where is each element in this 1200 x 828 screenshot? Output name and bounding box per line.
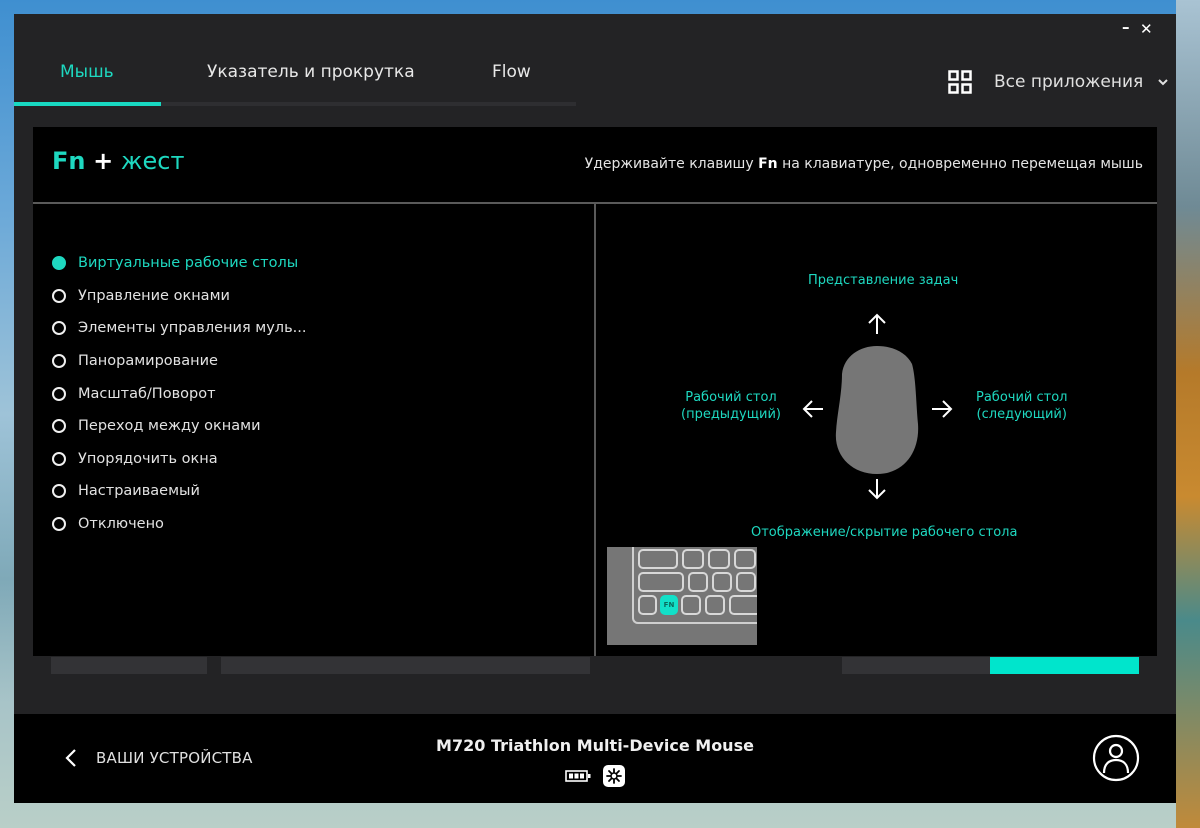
gesture-illustration: Представление задач Рабочий стол (предыд… bbox=[596, 204, 1157, 656]
background-control-bar bbox=[842, 657, 992, 674]
radio-unselected[interactable] bbox=[52, 386, 66, 401]
key bbox=[638, 549, 678, 569]
option-zoom-rotate[interactable]: Масштаб/Поворот bbox=[52, 377, 306, 410]
right-label-line1: Рабочий стол bbox=[976, 390, 1068, 405]
arrow-right-icon bbox=[932, 400, 953, 418]
left-label-line2: (предыдущий) bbox=[681, 407, 781, 422]
key bbox=[712, 572, 732, 592]
gesture-options-list: Виртуальные рабочие столы Управление окн… bbox=[52, 247, 306, 540]
option-window-management[interactable]: Управление окнами bbox=[52, 280, 306, 313]
key bbox=[736, 572, 756, 592]
radio-unselected[interactable] bbox=[52, 517, 66, 532]
gesture-left-label: Рабочий стол (предыдущий) bbox=[681, 389, 781, 423]
mouse-shape-icon bbox=[835, 346, 919, 474]
all-apps-label: Все приложения bbox=[994, 72, 1144, 92]
grid-icon bbox=[948, 70, 972, 94]
footer-bar: ВАШИ УСТРОЙСТВА M720 Triathlon Multi-Dev… bbox=[14, 714, 1176, 803]
arrow-down-icon bbox=[868, 479, 886, 500]
option-app-switch[interactable]: Переход между окнами bbox=[52, 410, 306, 443]
radio-unselected[interactable] bbox=[52, 451, 66, 466]
unifying-receiver-icon bbox=[603, 765, 625, 787]
gesture-down-label: Отображение/скрытие рабочего стола bbox=[751, 525, 1018, 540]
all-apps-selector[interactable]: Все приложения bbox=[948, 70, 1169, 94]
panel-title: Fn + жест bbox=[52, 147, 184, 175]
tab-flow[interactable]: Flow bbox=[492, 62, 531, 82]
option-panning[interactable]: Панорамирование bbox=[52, 345, 306, 378]
radio-unselected[interactable] bbox=[52, 484, 66, 499]
hint-text-pre: Удерживайте клавишу bbox=[584, 156, 759, 172]
hint-fn-key: Fn bbox=[758, 156, 778, 172]
background-control-bar bbox=[221, 657, 590, 674]
arrow-up-icon bbox=[868, 313, 886, 334]
fn-gesture-panel: Fn + жест Удерживайте клавишу Fn на клав… bbox=[33, 127, 1157, 656]
option-label: Упорядочить окна bbox=[78, 450, 218, 467]
arrow-left-icon bbox=[802, 400, 823, 418]
key bbox=[688, 572, 708, 592]
title-gesture: жест bbox=[120, 147, 185, 175]
key bbox=[681, 595, 701, 615]
option-label: Управление окнами bbox=[78, 287, 230, 304]
option-virtual-desktops[interactable]: Виртуальные рабочие столы bbox=[52, 247, 306, 280]
device-name: M720 Triathlon Multi-Device Mouse bbox=[436, 736, 754, 755]
key bbox=[729, 595, 757, 615]
radio-unselected[interactable] bbox=[52, 419, 66, 434]
background-accent-button bbox=[990, 657, 1139, 674]
option-label: Элементы управления муль... bbox=[78, 320, 307, 337]
option-label: Виртуальные рабочие столы bbox=[78, 255, 299, 272]
left-label-line1: Рабочий стол bbox=[685, 390, 777, 405]
option-label: Настраиваемый bbox=[78, 483, 200, 500]
active-tab-indicator bbox=[14, 102, 161, 106]
radio-unselected[interactable] bbox=[52, 288, 66, 303]
background-control-bar bbox=[51, 657, 207, 674]
keyboard-illustration: FN bbox=[607, 547, 757, 645]
gesture-right-label: Рабочий стол (следующий) bbox=[976, 389, 1067, 423]
logitech-options-window: – ✕ Мышь Указатель и прокрутка Flow Все … bbox=[14, 14, 1176, 803]
radio-unselected[interactable] bbox=[52, 321, 66, 336]
key bbox=[705, 595, 725, 615]
fn-key-highlight: FN bbox=[660, 595, 678, 615]
minimize-button[interactable]: – bbox=[1122, 18, 1130, 36]
option-custom[interactable]: Настраиваемый bbox=[52, 475, 306, 508]
right-label-line2: (следующий) bbox=[976, 407, 1067, 422]
option-label: Масштаб/Поворот bbox=[78, 385, 216, 402]
key bbox=[734, 549, 756, 569]
desktop-wallpaper bbox=[1176, 0, 1200, 828]
close-button[interactable]: ✕ bbox=[1140, 20, 1153, 38]
tab-mouse[interactable]: Мышь bbox=[60, 62, 114, 82]
chevron-down-icon bbox=[1158, 79, 1168, 86]
option-label: Отключено bbox=[78, 516, 164, 533]
device-status bbox=[565, 765, 625, 787]
option-label: Переход между окнами bbox=[78, 418, 261, 435]
gesture-up-label: Представление задач bbox=[808, 273, 959, 288]
option-arrange-windows[interactable]: Упорядочить окна bbox=[52, 443, 306, 476]
title-fn-key: Fn bbox=[52, 147, 86, 175]
radio-selected[interactable] bbox=[52, 256, 66, 271]
panel-hint: Удерживайте клавишу Fn на клавиатуре, од… bbox=[585, 156, 1143, 172]
key bbox=[638, 572, 684, 592]
title-plus: + bbox=[93, 147, 114, 175]
key bbox=[708, 549, 730, 569]
option-media-controls[interactable]: Элементы управления муль... bbox=[52, 312, 306, 345]
key bbox=[682, 549, 704, 569]
key bbox=[638, 595, 657, 615]
tab-pointer-scroll[interactable]: Указатель и прокрутка bbox=[207, 62, 415, 82]
account-profile-icon[interactable] bbox=[1092, 734, 1140, 782]
hint-text-post: на клавиатуре, одновременно перемещая мы… bbox=[777, 156, 1143, 172]
battery-icon bbox=[565, 770, 591, 782]
option-label: Панорамирование bbox=[78, 353, 218, 370]
radio-unselected[interactable] bbox=[52, 354, 66, 369]
option-disabled[interactable]: Отключено bbox=[52, 508, 306, 541]
